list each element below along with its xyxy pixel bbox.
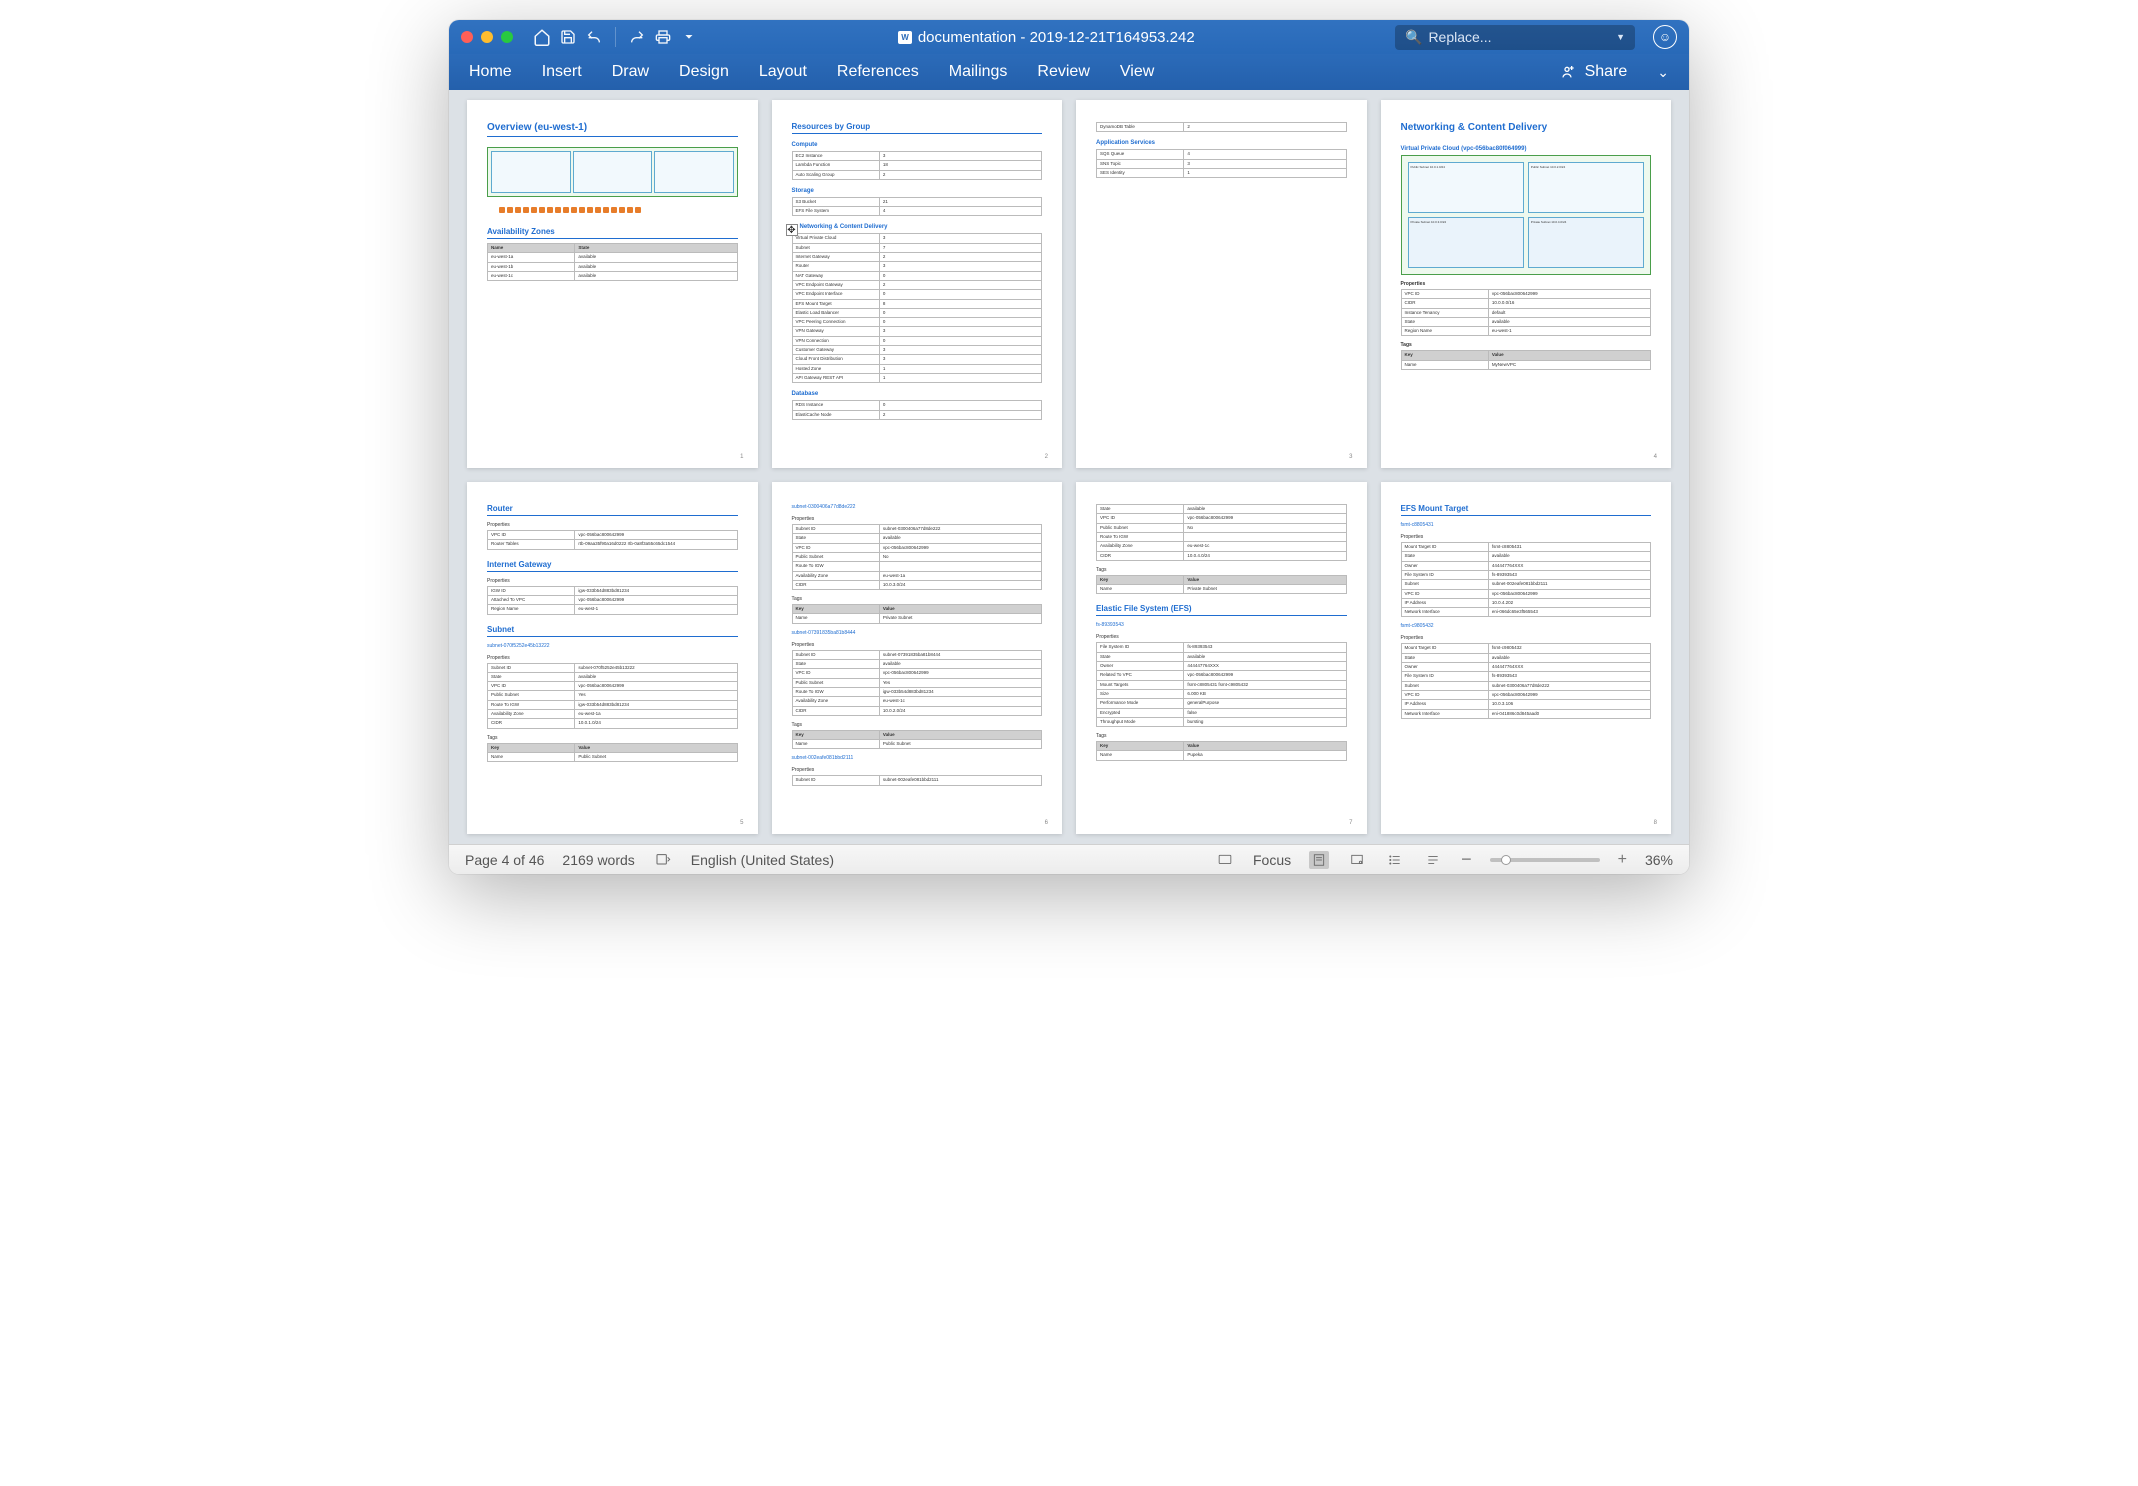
page-number: 6 xyxy=(1045,820,1048,826)
window-controls xyxy=(461,31,513,43)
close-window-button[interactable] xyxy=(461,31,473,43)
page-number: 7 xyxy=(1349,820,1352,826)
focus-label[interactable]: Focus xyxy=(1253,852,1291,868)
search-icon: 🔍 xyxy=(1405,29,1422,46)
focus-mode-icon[interactable] xyxy=(1215,851,1235,869)
igw-table: IGW IDigw-033b54d883bd81234Attached To V… xyxy=(487,586,738,615)
zoom-slider[interactable] xyxy=(1490,858,1600,862)
tab-mailings[interactable]: Mailings xyxy=(949,63,1008,81)
statusbar: Page 4 of 46 2169 words English (United … xyxy=(449,844,1689,874)
page-indicator[interactable]: Page 4 of 46 xyxy=(465,852,544,868)
subnet3-tags: KeyValue NamePublic Subnet xyxy=(792,730,1043,750)
router-table: VPC IDvpc-056bac800642999Router Tablesrt… xyxy=(487,530,738,550)
undo-icon[interactable] xyxy=(585,28,603,46)
subnet-cont-tags: KeyValue NamePrivate Subnet xyxy=(1096,575,1347,595)
page-thumbnail-5[interactable]: Router Properties VPC IDvpc-056bac800642… xyxy=(467,482,758,834)
feedback-icon[interactable]: ☺ xyxy=(1653,25,1677,49)
dynamo-table: DynamoDB Table2 xyxy=(1096,122,1347,132)
tab-view[interactable]: View xyxy=(1120,63,1154,81)
zoom-in-button[interactable]: + xyxy=(1618,851,1627,869)
database-table: RDS Instance0ElastiCache Node2 xyxy=(792,400,1043,420)
print-icon[interactable] xyxy=(654,28,672,46)
search-placeholder: Replace... xyxy=(1428,29,1491,45)
page-thumbnail-6[interactable]: subnet-0300406a77d8de222 Properties Subn… xyxy=(772,482,1063,834)
web-layout-view-icon[interactable] xyxy=(1347,851,1367,869)
subnet1-tags: KeyValue NamePublic Subnet xyxy=(487,743,738,763)
subnet1-table: Subnet IDsubnet-070f5252e45b13222Stateav… xyxy=(487,663,738,729)
subnet-cont-table: StateavailableVPC IDvpc-056bac800642999P… xyxy=(1096,504,1347,561)
tab-references[interactable]: References xyxy=(837,63,919,81)
page-number: 2 xyxy=(1045,454,1048,460)
home-icon[interactable] xyxy=(533,28,551,46)
search-box[interactable]: 🔍 Replace... ▼ xyxy=(1395,25,1635,50)
networking-table: Virtual Private Cloud3Subnet7Internet Ga… xyxy=(792,233,1043,383)
overview-diagram xyxy=(487,147,738,197)
chevron-down-icon: ▼ xyxy=(1616,32,1625,42)
page-number: 8 xyxy=(1654,820,1657,826)
app-window: ⏷ W documentation - 2019-12-21T164953.24… xyxy=(449,20,1689,874)
vpc-tags-table: KeyValue NameMyNewVPC xyxy=(1401,350,1652,370)
minimize-window-button[interactable] xyxy=(481,31,493,43)
tab-review[interactable]: Review xyxy=(1037,63,1089,81)
appservices-table: SQS Queue4SNS Topic3SES Identity1 xyxy=(1096,149,1347,178)
efs1-table: File System IDfs-89393543StateavailableO… xyxy=(1096,642,1347,727)
page-thumbnail-7[interactable]: StateavailableVPC IDvpc-056bac800642999P… xyxy=(1076,482,1367,834)
zoom-slider-thumb[interactable] xyxy=(1501,855,1511,865)
tab-insert[interactable]: Insert xyxy=(542,63,582,81)
az-table: NameState eu-west-1aavailable eu-west-1b… xyxy=(487,243,738,281)
page-number: 3 xyxy=(1349,454,1352,460)
subnet2-table: Subnet IDsubnet-0300406a77d8de222Stateav… xyxy=(792,524,1043,590)
redo-icon[interactable] xyxy=(628,28,646,46)
spellcheck-icon[interactable] xyxy=(653,851,673,869)
ribbon-collapse-icon[interactable]: ⌄ xyxy=(1657,64,1669,81)
compute-table: EC2 Instance3Lambda Function18Auto Scali… xyxy=(792,151,1043,180)
outline-view-icon[interactable] xyxy=(1385,851,1405,869)
tab-draw[interactable]: Draw xyxy=(612,63,649,81)
move-handle-icon[interactable]: ✥ xyxy=(786,224,798,236)
resource-icons xyxy=(487,203,738,217)
subnet2-tags: KeyValue NamePrivate Subnet xyxy=(792,604,1043,624)
toolbar-divider xyxy=(615,27,616,47)
print-layout-view-icon[interactable] xyxy=(1309,851,1329,869)
page-thumbnail-4[interactable]: Networking & Content Delivery Virtual Pr… xyxy=(1381,100,1672,468)
page-thumbnail-3[interactable]: DynamoDB Table2 Application Services SQS… xyxy=(1076,100,1367,468)
vpc-props-table: VPC IDvpc-056bac800642999CIDR10.0.0.0/16… xyxy=(1401,289,1652,336)
az-heading: Availability Zones xyxy=(487,227,738,239)
draft-view-icon[interactable] xyxy=(1423,851,1443,869)
ribbon: Home Insert Draw Design Layout Reference… xyxy=(449,54,1689,90)
page-thumbnail-2[interactable]: Resources by Group Compute EC2 Instance3… xyxy=(772,100,1063,468)
save-icon[interactable] xyxy=(559,28,577,46)
page-thumbnail-1[interactable]: Overview (eu-west-1) Availability Zones … xyxy=(467,100,758,468)
page-number: 5 xyxy=(740,820,743,826)
language-indicator[interactable]: English (United States) xyxy=(691,852,834,868)
resources-heading: Resources by Group xyxy=(792,122,1043,134)
page-thumbnail-8[interactable]: EFS Mount Target fsmt-c8805431 Propertie… xyxy=(1381,482,1672,834)
document-title: W documentation - 2019-12-21T164953.242 xyxy=(706,29,1387,46)
maximize-window-button[interactable] xyxy=(501,31,513,43)
page-number: 1 xyxy=(740,454,743,460)
tab-home[interactable]: Home xyxy=(469,63,512,81)
document-pages-area[interactable]: Overview (eu-west-1) Availability Zones … xyxy=(449,90,1689,844)
subnet4-table: Subnet IDsubnet-002eafe081bbd2111 xyxy=(792,775,1043,785)
page-number: 4 xyxy=(1654,454,1657,460)
titlebar: ⏷ W documentation - 2019-12-21T164953.24… xyxy=(449,20,1689,54)
tab-design[interactable]: Design xyxy=(679,63,729,81)
mount-target1-table: Mount Target IDfsmt-c8805431Stateavailab… xyxy=(1401,542,1652,617)
word-doc-icon: W xyxy=(898,31,912,44)
tab-layout[interactable]: Layout xyxy=(759,63,807,81)
vpc-diagram: Public Subnet 10.0.1.0/24 Public Subnet … xyxy=(1401,155,1652,275)
subnet3-table: Subnet IDsubnet-07391835ba81b8444Stateav… xyxy=(792,650,1043,716)
mount-target2-table: Mount Target IDfsmt-c9805432Stateavailab… xyxy=(1401,643,1652,718)
share-button[interactable]: Share xyxy=(1561,63,1628,81)
word-count[interactable]: 2169 words xyxy=(562,852,634,868)
zoom-out-button[interactable]: − xyxy=(1461,849,1472,870)
networking-title: Networking & Content Delivery xyxy=(1401,122,1652,136)
zoom-percentage[interactable]: 36% xyxy=(1645,852,1673,868)
page-title: Overview (eu-west-1) xyxy=(487,122,738,137)
storage-table: S3 Bucket21EFS File System4 xyxy=(792,197,1043,217)
pages-grid: Overview (eu-west-1) Availability Zones … xyxy=(467,100,1671,834)
efs1-tags: KeyValue NamePupeka xyxy=(1096,741,1347,761)
customize-qat-icon[interactable]: ⏷ xyxy=(680,28,698,46)
